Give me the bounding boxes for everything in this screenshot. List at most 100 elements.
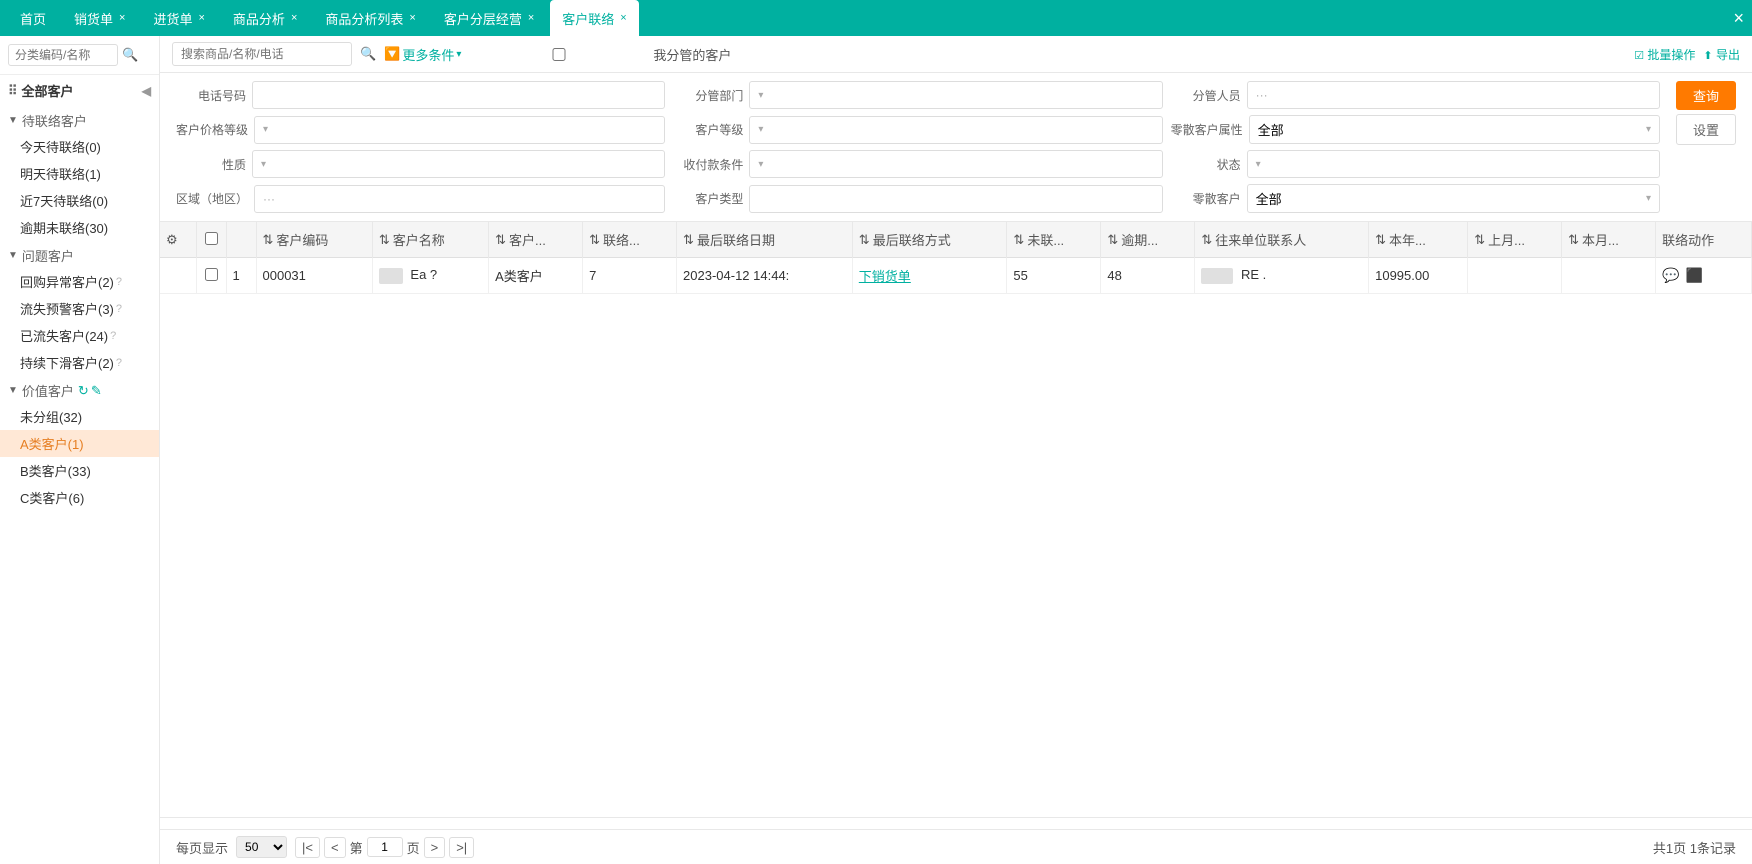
nav-home[interactable]: 首页: [8, 0, 58, 36]
sidebar-item-churned[interactable]: 已流失客户(24) ?: [0, 322, 159, 349]
td-name: Ea ?: [372, 258, 488, 294]
nav-sales-order[interactable]: 销货单 ×: [62, 0, 137, 36]
sidebar: 🔍 ⠿ 全部客户 ◀ ▼ 待联络客户 今天待联络(0) 明天待联络(1) 近7天…: [0, 36, 160, 864]
sidebar-group-problem[interactable]: ▼ 问题客户: [0, 241, 159, 268]
sidebar-item-b-class[interactable]: B类客户(33): [0, 457, 159, 484]
sort-icon-last-method: ⇅: [859, 232, 870, 248]
th-this-month[interactable]: ⇅ 本月...: [1562, 222, 1656, 258]
status-select[interactable]: ▾: [1247, 150, 1660, 178]
dots-icon: ···: [1256, 88, 1268, 102]
my-customer-checkbox[interactable]: [469, 48, 649, 61]
th-contact[interactable]: ⇅ 联络...: [583, 222, 677, 258]
close-customer-contact[interactable]: ×: [620, 12, 626, 24]
settings-icon[interactable]: ⚙: [166, 232, 178, 248]
close-purchase-order[interactable]: ×: [198, 12, 204, 24]
page-input[interactable]: [367, 837, 403, 857]
sort-icon-this-year: ⇅: [1375, 232, 1386, 248]
sidebar-item-c-class[interactable]: C类客户(6): [0, 484, 159, 511]
refresh-icon[interactable]: ↻: [78, 383, 89, 399]
sidebar-item-repurchase[interactable]: 回购异常客户(2) ?: [0, 268, 159, 295]
payment-select[interactable]: ▾: [749, 150, 1162, 178]
th-unit-contact[interactable]: ⇅ 往来单位联系人: [1195, 222, 1369, 258]
customer-table: ⚙ ⇅ 客户编码: [160, 222, 1752, 294]
all-customers-header[interactable]: ⠿ 全部客户 ◀: [0, 75, 159, 106]
my-customer-filter[interactable]: 我分管的客户: [469, 45, 731, 64]
chat-icon[interactable]: 💬: [1662, 267, 1679, 284]
sidebar-item-declining[interactable]: 持续下滑客户(2) ?: [0, 349, 159, 376]
sidebar-item-7days[interactable]: 近7天待联络(0): [0, 187, 159, 214]
help-icon-churn: ?: [116, 303, 122, 315]
edit-value-icon[interactable]: ✎: [91, 383, 102, 399]
th-overdue[interactable]: ⇅ 逾期...: [1101, 222, 1195, 258]
customer-level-label: 客户等级: [673, 121, 743, 138]
sidebar-group-value[interactable]: ▼ 价值客户 ↻ ✎: [0, 376, 159, 403]
nav-product-analysis-list[interactable]: 商品分析列表 ×: [313, 0, 427, 36]
prev-page-btn[interactable]: <: [324, 837, 346, 858]
query-button[interactable]: 查询: [1676, 81, 1736, 110]
th-last-month[interactable]: ⇅ 上月...: [1468, 222, 1562, 258]
customer-type-input[interactable]: [749, 185, 1162, 213]
setting-button[interactable]: 设置: [1676, 114, 1736, 145]
close-product-analysis[interactable]: ×: [291, 12, 297, 24]
export-btn[interactable]: ⬆ 导出: [1703, 46, 1740, 63]
sidebar-item-tomorrow[interactable]: 明天待联络(1): [0, 160, 159, 187]
td-last-method: 下销货单: [852, 258, 1007, 294]
select-all-checkbox[interactable]: [205, 232, 218, 245]
sidebar-search-input[interactable]: [8, 44, 118, 66]
sidebar-item-a-class[interactable]: A类客户(1): [0, 430, 159, 457]
th-last-date[interactable]: ⇅ 最后联络日期: [677, 222, 853, 258]
caret-icon8: ▾: [1646, 193, 1651, 204]
region-input[interactable]: ···: [254, 185, 665, 213]
retail-select[interactable]: 全部 ▾: [1247, 184, 1660, 213]
sort-icon-code: ⇅: [263, 232, 274, 248]
sidebar-item-overdue[interactable]: 逾期未联络(30): [0, 214, 159, 241]
th-name[interactable]: ⇅ 客户名称: [372, 222, 488, 258]
nav-customer-contact[interactable]: 客户联络 ×: [550, 0, 638, 36]
manager-select[interactable]: ···: [1247, 81, 1660, 109]
price-level-select[interactable]: ▾: [254, 116, 665, 144]
nav-purchase-order[interactable]: 进货单 ×: [141, 0, 216, 36]
sidebar-item-churn-warning[interactable]: 流失预警客户(3) ?: [0, 295, 159, 322]
first-page-btn[interactable]: |<: [295, 837, 320, 858]
last-page-btn[interactable]: >|: [449, 837, 474, 858]
th-no-contact[interactable]: ⇅ 未联...: [1007, 222, 1101, 258]
batch-action-btn[interactable]: ☑ 批量操作: [1634, 46, 1695, 63]
retail-attr-select[interactable]: 全部 ▾: [1249, 115, 1660, 144]
sidebar-group-pending[interactable]: ▼ 待联络客户: [0, 106, 159, 133]
th-settings[interactable]: ⚙: [160, 222, 196, 258]
td-contact: 7: [583, 258, 677, 294]
filter-cell-payment: 收付款条件 ▾: [673, 150, 1162, 178]
table-row: 1 000031 Ea ? A类客户 7 2023-04-12 14:44: 下…: [160, 258, 1752, 294]
search-input[interactable]: [172, 42, 352, 66]
page-size-select[interactable]: 50 10 20 100: [236, 836, 287, 858]
sort-icon-no-contact: ⇅: [1013, 232, 1024, 248]
nature-select[interactable]: ▾: [252, 150, 665, 178]
next-page-btn[interactable]: >: [424, 837, 446, 858]
phone-input[interactable]: [252, 81, 665, 109]
collapse-icon[interactable]: ◀: [142, 84, 151, 98]
close-customer-segment[interactable]: ×: [528, 12, 534, 24]
th-code[interactable]: ⇅ 客户编码: [256, 222, 372, 258]
close-all-tabs[interactable]: ×: [1733, 8, 1744, 29]
close-sales-order[interactable]: ×: [119, 12, 125, 24]
row-checkbox[interactable]: [205, 268, 218, 281]
nav-product-analysis[interactable]: 商品分析 ×: [221, 0, 309, 36]
dept-select[interactable]: ▾: [749, 81, 1162, 109]
close-product-analysis-list[interactable]: ×: [409, 12, 415, 24]
sidebar-search-icon[interactable]: 🔍: [122, 47, 138, 63]
filter-row-4: 区域（地区） ··· 客户类型 零散客户 全部: [176, 184, 1660, 213]
grid-icon: ⠿: [8, 83, 18, 99]
th-last-method[interactable]: ⇅ 最后联络方式: [852, 222, 1007, 258]
qr-icon[interactable]: ⬛: [1686, 267, 1703, 284]
triangle-icon2: ▼: [8, 250, 18, 261]
search-btn[interactable]: 🔍: [360, 46, 376, 62]
last-method-link[interactable]: 下销货单: [859, 269, 911, 284]
scroll-area[interactable]: [160, 817, 1752, 829]
th-type[interactable]: ⇅ 客户...: [489, 222, 583, 258]
sidebar-item-unclassified[interactable]: 未分组(32): [0, 403, 159, 430]
customer-level-select[interactable]: ▾: [749, 116, 1162, 144]
th-this-year[interactable]: ⇅ 本年...: [1369, 222, 1468, 258]
more-filter-btn[interactable]: 🔽 更多条件 ▾: [384, 45, 461, 64]
nav-customer-segment[interactable]: 客户分层经营 ×: [432, 0, 546, 36]
sidebar-item-today[interactable]: 今天待联络(0): [0, 133, 159, 160]
